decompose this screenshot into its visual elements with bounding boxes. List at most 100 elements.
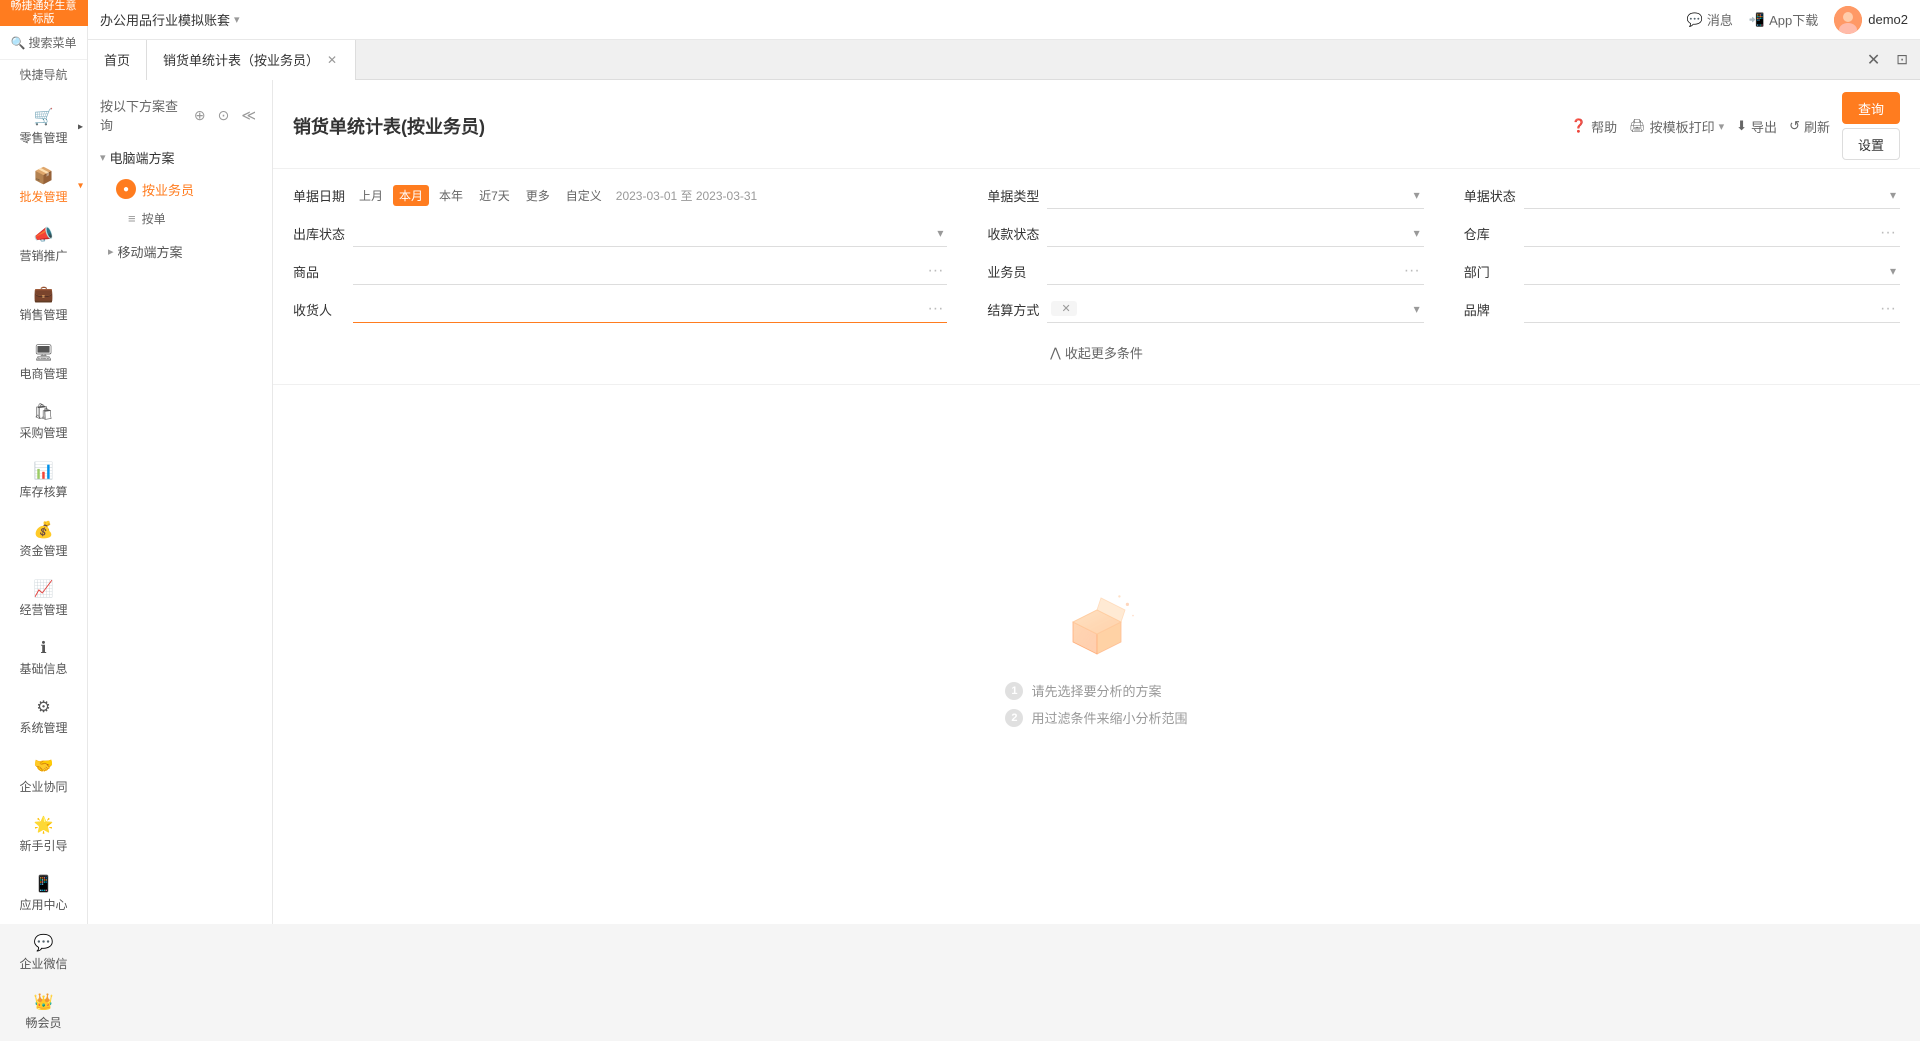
salesperson-dots-icon[interactable]: ···: [1404, 262, 1420, 280]
filter-warehouse: 仓库 ···: [1464, 219, 1900, 247]
sub-scheme-icon: ≡: [128, 211, 136, 226]
date-btn-last-month[interactable]: 上月: [353, 185, 389, 206]
empty-hint-1-text: 请先选择要分析的方案: [1031, 681, 1161, 700]
tabbar: 首页 销货单统计表（按业务员） ✕ ✕ ⊡: [88, 40, 1920, 80]
print-icon: 🖨: [1629, 118, 1646, 134]
page-header: 销货单统计表(按业务员) ❓ 帮助 🖨 按模板打印 ▾ ⬇ 导出: [273, 80, 1920, 169]
marketing-icon: 📣: [34, 225, 54, 245]
sidebar-item-marketing[interactable]: 📣 营销推广: [0, 215, 87, 274]
page-title: 销货单统计表(按业务员): [293, 113, 485, 139]
empty-hint-2: 2 用过滤条件来缩小分析范围: [1005, 708, 1187, 727]
sidebar-item-newbie-label: 新手引导: [19, 837, 67, 854]
date-btn-7days[interactable]: 近7天: [473, 185, 516, 206]
sidebar-item-marketing-label: 营销推广: [19, 247, 67, 264]
avatar: [1834, 6, 1862, 34]
sidebar-item-member[interactable]: 👑 畅会员: [0, 982, 87, 1041]
app-download-label: App下载: [1769, 10, 1818, 29]
sidebar-search-item[interactable]: 🔍 搜索菜单: [0, 26, 87, 60]
collapse-panel-icon[interactable]: ≪: [237, 105, 260, 126]
collapse-button[interactable]: ⋀ 收起更多条件: [1038, 339, 1155, 366]
doc-type-chevron-icon: ▾: [1414, 188, 1420, 202]
tab-home[interactable]: 首页: [88, 40, 147, 80]
salesperson-input[interactable]: [1051, 263, 1399, 278]
chevron-down-icon: ▾: [100, 151, 106, 164]
date-btn-more[interactable]: 更多: [520, 185, 556, 206]
doc-status-select[interactable]: ▾: [1524, 181, 1900, 209]
app-name: 办公用品行业模拟账套 ▾: [100, 10, 1679, 29]
out-status-select[interactable]: ▾: [353, 219, 947, 247]
brand-input[interactable]: [1528, 301, 1876, 316]
template-print-btn[interactable]: 🖨 按模板打印 ▾: [1629, 117, 1724, 136]
app-download-btn[interactable]: 📲 App下载: [1749, 10, 1818, 29]
warehouse-dots-icon[interactable]: ···: [1880, 224, 1896, 242]
tab-expand-icon[interactable]: ⊡: [1892, 47, 1912, 72]
sidebar-item-corp-wechat[interactable]: 💬 企业微信: [0, 923, 87, 982]
filter-row-1: 单据日期 上月 本月 本年 近7天 更多 自定义 2023-03-01 至 20…: [293, 181, 1900, 209]
product-input[interactable]: [357, 263, 923, 278]
empty-hint-2-text: 用过滤条件来缩小分析范围: [1031, 708, 1187, 727]
export-btn[interactable]: ⬇ 导出: [1736, 117, 1777, 136]
department-select[interactable]: ▾: [1524, 257, 1900, 285]
sidebar-item-enterprise[interactable]: 🤝 企业协同: [0, 746, 87, 805]
collapse-up-icon: ⋀: [1050, 345, 1061, 361]
username-label[interactable]: demo2: [1868, 12, 1908, 27]
tab-close-all-icon[interactable]: ✕: [1863, 46, 1884, 74]
scheme-group-pc-header[interactable]: ▾ 电脑端方案: [88, 142, 272, 173]
collect-status-select[interactable]: ▾: [1047, 219, 1423, 247]
sidebar-item-newbie[interactable]: 🌟 新手引导: [0, 805, 87, 864]
sidebar-item-purchase[interactable]: 🛍 采购管理: [0, 392, 87, 451]
tab-sales-stats[interactable]: 销货单统计表（按业务员） ✕: [147, 40, 356, 80]
left-panel-header-label: 按以下方案查询: [100, 96, 190, 134]
date-btn-this-year[interactable]: 本年: [433, 185, 469, 206]
warehouse-input[interactable]: [1528, 225, 1876, 240]
sidebar-item-wholesale[interactable]: 📦 批发管理 ▾: [0, 156, 87, 215]
add-scheme-icon[interactable]: ⊕: [190, 105, 210, 126]
message-label: 消息: [1707, 10, 1733, 29]
date-btn-custom[interactable]: 自定义: [560, 185, 608, 206]
recipient-input[interactable]: [357, 301, 923, 316]
help-btn[interactable]: ❓ 帮助: [1571, 117, 1617, 136]
sidebar-item-ecommerce[interactable]: 🖥 电商管理: [0, 333, 87, 392]
payment-tag-close-icon[interactable]: ✕: [1061, 302, 1070, 315]
settings-button[interactable]: 设置: [1842, 128, 1900, 160]
sidebar-item-finance[interactable]: 💰 资金管理: [0, 510, 87, 569]
sidebar-item-retail[interactable]: 🛒 零售管理 ▸: [0, 97, 87, 156]
department-chevron-icon: ▾: [1890, 264, 1896, 278]
inventory-icon: 📊: [34, 461, 54, 481]
recipient-label: 收货人: [293, 300, 353, 319]
operations-icon: 📈: [34, 579, 54, 599]
avatar-img: [1834, 6, 1862, 34]
product-dots-icon[interactable]: ···: [927, 262, 943, 280]
sub-scheme-item-by-order[interactable]: ≡ 按单: [88, 205, 272, 232]
dropdown-icon[interactable]: ▾: [234, 13, 240, 26]
sidebar-item-wholesale-label: 批发管理: [19, 188, 67, 205]
date-btn-this-month[interactable]: 本月: [393, 185, 429, 206]
filter-date: 单据日期 上月 本月 本年 近7天 更多 自定义 2023-03-01 至 20…: [293, 185, 947, 206]
doc-status-chevron-icon: ▾: [1890, 188, 1896, 202]
brand-dots-icon[interactable]: ···: [1880, 300, 1896, 318]
scheme-active-icon: ●: [116, 179, 136, 199]
sidebar-item-app-center[interactable]: 📱 应用中心: [0, 864, 87, 923]
payment-method-select[interactable]: ✕ ▾: [1047, 295, 1423, 323]
collapse-label: 收起更多条件: [1065, 343, 1143, 362]
scheme-group-mobile[interactable]: ▸ 移动端方案: [88, 236, 272, 267]
tab-close-icon[interactable]: ✕: [325, 51, 339, 69]
chevron-down-icon: ▾: [78, 180, 83, 191]
doc-type-select[interactable]: ▾: [1047, 181, 1423, 209]
sidebar-item-system[interactable]: ⚙ 系统管理: [0, 687, 87, 746]
settings-scheme-icon[interactable]: ⊙: [214, 105, 234, 126]
sidebar-item-sales[interactable]: 💼 销售管理: [0, 274, 87, 333]
sidebar-item-basic[interactable]: ℹ 基础信息: [0, 628, 87, 687]
message-btn[interactable]: 💬 消息: [1687, 10, 1733, 29]
sidebar-item-inventory[interactable]: 📊 库存核算: [0, 451, 87, 510]
scheme-item-by-salesperson[interactable]: ● 按业务员: [88, 173, 272, 205]
query-button[interactable]: 查询: [1842, 92, 1900, 124]
chevron-right-icon: ▸: [108, 245, 114, 258]
sidebar-quick-nav[interactable]: 快捷导航: [0, 60, 87, 89]
recipient-dots-icon[interactable]: ···: [927, 300, 943, 318]
sidebar-item-operations[interactable]: 📈 经营管理: [0, 569, 87, 628]
help-icon: ❓: [1571, 118, 1587, 134]
sidebar-item-enterprise-label: 企业协同: [19, 778, 67, 795]
empty-hint-1: 1 请先选择要分析的方案: [1005, 681, 1187, 700]
refresh-btn[interactable]: ↺ 刷新: [1789, 117, 1830, 136]
